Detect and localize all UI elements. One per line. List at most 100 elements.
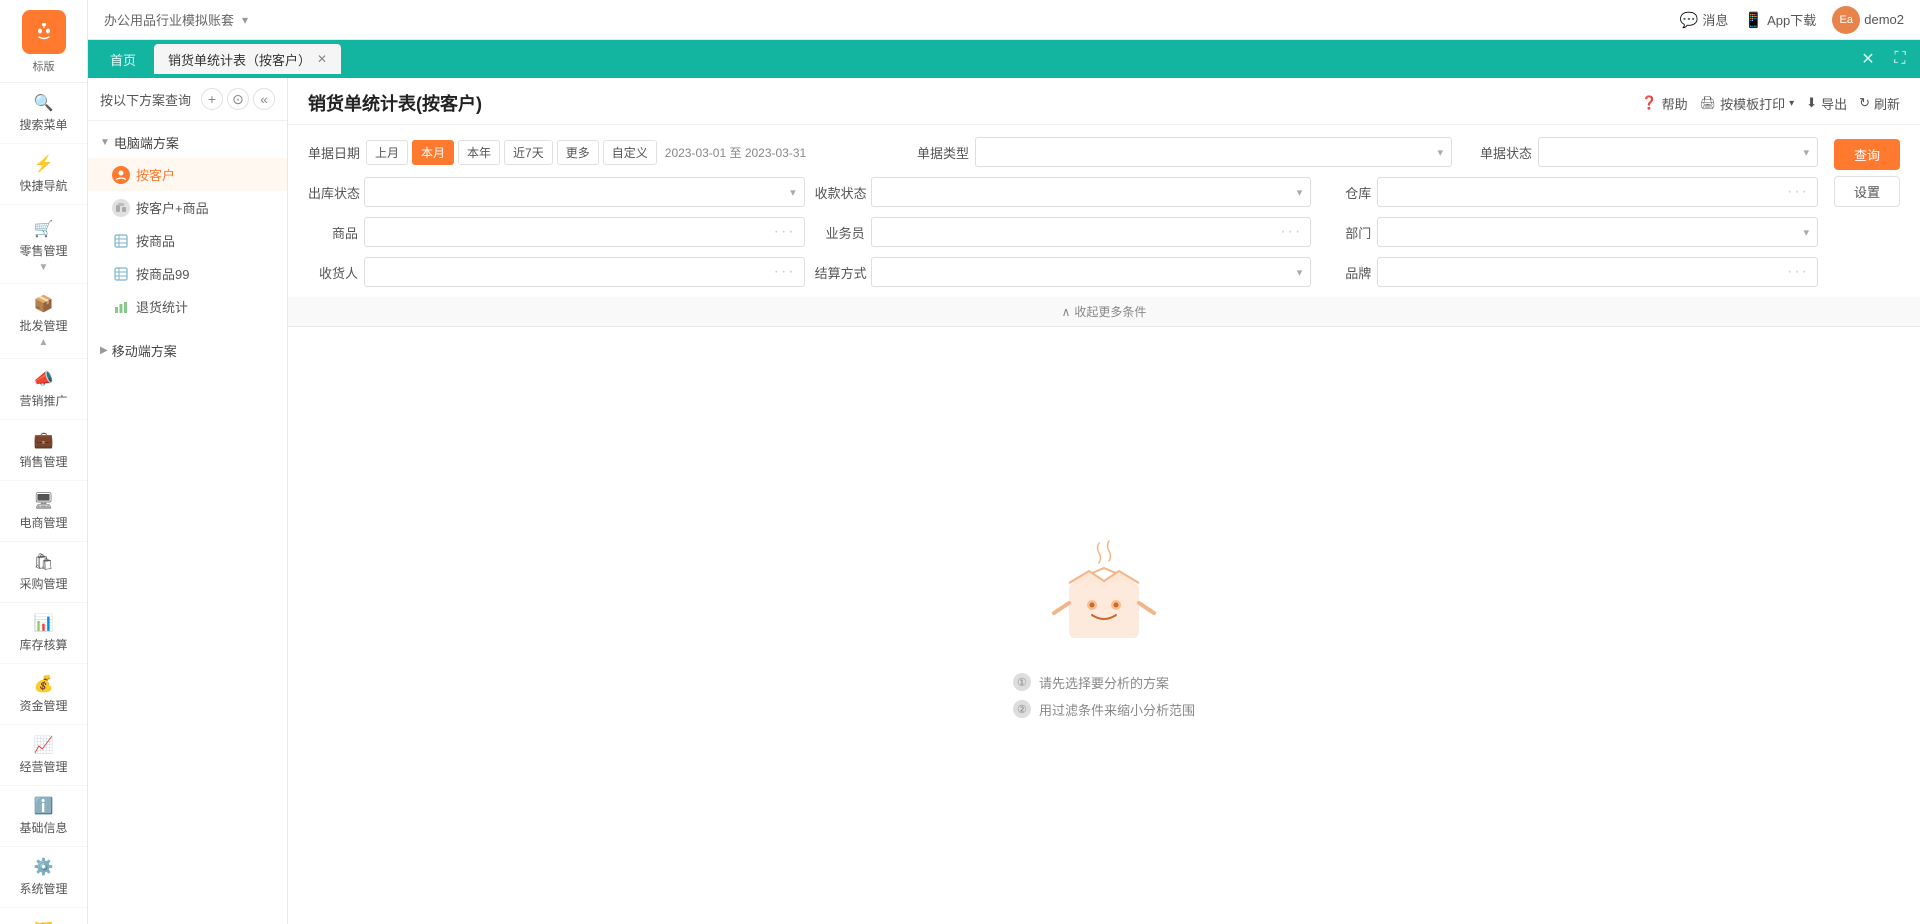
empty-state: ① 请先选择要分析的方案 ② 用过滤条件来缩小分析范围 — [288, 327, 1920, 924]
payment-method-label: 结算方式 — [815, 263, 865, 282]
salesperson-field: 业务员 ··· — [815, 217, 1312, 247]
brand-field: 品牌 ··· — [1321, 257, 1818, 287]
sidebar: 标版 🔍 搜索菜单 ⚡ 快捷导航 🛒 零售管理 ▼ 📦 批发管理 ▲ 📣 营销推… — [0, 0, 88, 924]
date-btn-more[interactable]: 更多 — [557, 140, 599, 165]
sidebar-item-inventory[interactable]: 📊 库存核算 — [0, 603, 87, 664]
scheme-settings-btn[interactable]: ⊙ — [227, 88, 249, 110]
scheme-item-return[interactable]: 退货统计 — [88, 290, 287, 323]
scheme-add-btn[interactable]: + — [201, 88, 223, 110]
sidebar-item-ecommerce[interactable]: 🖥 电商管理 — [0, 481, 87, 542]
tip-num-2: ② — [1013, 700, 1031, 718]
messages-label: 消息 — [1702, 10, 1728, 29]
stock-status-arrow: ▾ — [790, 186, 796, 199]
tab-close-btn[interactable]: ✕ — [317, 53, 327, 65]
wholesale-icon: 📦 — [34, 294, 54, 314]
salesperson-select[interactable]: ··· — [871, 217, 1312, 247]
receiver-select[interactable]: ··· — [364, 257, 805, 287]
tab-sales-stats-label: 销货单统计表（按客户） — [168, 50, 311, 69]
date-btn-custom[interactable]: 自定义 — [603, 140, 657, 165]
main-content: 办公用品行业模拟账套 ▾ 💬 消息 📱 App下载 Ea demo2 首页 — [88, 0, 1920, 924]
order-type-label: 单据类型 — [913, 143, 969, 162]
help-btn[interactable]: ❓ 帮助 — [1641, 94, 1687, 113]
order-status-field: 单据状态 ▾ — [1476, 137, 1818, 167]
scheme-item-goods99[interactable]: 按商品99 — [88, 257, 287, 290]
department-label: 部门 — [1321, 223, 1371, 242]
tab-expand-btn[interactable]: ⛶ — [1888, 47, 1912, 71]
stock-status-select[interactable]: ▾ — [364, 177, 805, 207]
date-btn-this-year[interactable]: 本年 — [458, 140, 500, 165]
tab-home[interactable]: 首页 — [96, 44, 150, 74]
export-btn[interactable]: ⬇ 导出 — [1806, 94, 1847, 113]
goods-select[interactable]: ··· — [364, 217, 805, 247]
salesperson-label: 业务员 — [815, 223, 865, 242]
payment-method-select[interactable]: ▾ — [871, 257, 1312, 287]
header-title: 办公用品行业模拟账套 — [104, 10, 234, 29]
tab-sales-stats[interactable]: 销货单统计表（按客户） ✕ — [154, 44, 341, 74]
query-btn[interactable]: 查询 — [1834, 139, 1900, 170]
mobile-section-label: 移动端方案 — [112, 341, 177, 360]
download-icon: 📱 — [1744, 11, 1763, 29]
export-icon: ⬇ — [1806, 95, 1817, 111]
collapse-bar[interactable]: ∧ 收起更多条件 — [288, 297, 1920, 327]
collapse-text: ∧ 收起更多条件 — [1062, 303, 1147, 320]
collapse-up-arrow: ∧ — [1062, 305, 1071, 319]
sidebar-item-search[interactable]: 🔍 搜索菜单 — [0, 83, 87, 144]
messages-btn[interactable]: 💬 消息 — [1680, 10, 1729, 29]
order-type-select[interactable]: ▾ — [975, 137, 1452, 167]
order-type-field: 单据类型 ▾ — [913, 137, 1452, 167]
enterprise-icon: 🤝 — [34, 918, 54, 924]
mobile-section-title[interactable]: ▶ 移动端方案 — [88, 335, 287, 366]
sidebar-item-operations[interactable]: 📈 经营管理 — [0, 725, 87, 786]
goods-label: 商品 — [308, 223, 358, 242]
department-select[interactable]: ▾ — [1377, 217, 1818, 247]
sidebar-item-wholesale[interactable]: 📦 批发管理 ▲ — [0, 284, 87, 359]
sidebar-item-enterprise[interactable]: 🤝 企业协同 — [0, 908, 87, 924]
sidebar-label-basic-info: 基础信息 — [19, 819, 67, 836]
page-title-actions: ❓ 帮助 🖨 按模板打印 ▾ ⬇ 导出 ↻ 刷新 — [1641, 94, 1900, 113]
scheme-panel-header: 按以下方案查询 + ⊙ « — [88, 78, 287, 121]
payment-status-select[interactable]: ▾ — [871, 177, 1312, 207]
tab-bar-actions: ✕ ⛶ — [1856, 47, 1912, 71]
tip-2-text: 用过滤条件来缩小分析范围 — [1039, 700, 1195, 719]
brand-select[interactable]: ··· — [1377, 257, 1818, 287]
sidebar-item-finance[interactable]: 💰 资金管理 — [0, 664, 87, 725]
date-range-text: 2023-03-01 至 2023-03-31 — [665, 144, 806, 161]
warehouse-select[interactable]: ··· — [1377, 177, 1818, 207]
date-btn-7days[interactable]: 近7天 — [504, 140, 553, 165]
sidebar-item-system[interactable]: ⚙️ 系统管理 — [0, 847, 87, 908]
page-title-bar: 销货单统计表(按客户) ❓ 帮助 🖨 按模板打印 ▾ ⬇ 导出 — [288, 78, 1920, 125]
sidebar-item-retail[interactable]: 🛒 零售管理 ▼ — [0, 209, 87, 284]
app-download-btn[interactable]: 📱 App下载 — [1744, 10, 1816, 29]
scheme-item-customer-goods[interactable]: 按客户+商品 — [88, 191, 287, 224]
scheme-item-customer-goods-label: 按客户+商品 — [136, 198, 209, 217]
header-dropdown-icon[interactable]: ▾ — [242, 13, 248, 27]
sidebar-label-marketing: 营销推广 — [19, 392, 67, 409]
date-btn-prev-month[interactable]: 上月 — [366, 140, 408, 165]
basic-info-icon: ℹ️ — [34, 796, 54, 816]
warehouse-field: 仓库 ··· — [1321, 177, 1818, 207]
scheme-item-by-goods[interactable]: 按商品 — [88, 224, 287, 257]
order-status-select[interactable]: ▾ — [1538, 137, 1818, 167]
main-filter-row: 单据日期 上月 本月 本年 近7天 更多 自定义 2023-03-01 至 20… — [308, 137, 1900, 297]
sidebar-item-marketing[interactable]: 📣 营销推广 — [0, 359, 87, 420]
desktop-section-label: 电脑端方案 — [114, 133, 179, 152]
date-label: 单据日期 — [308, 143, 358, 162]
refresh-btn[interactable]: ↻ 刷新 — [1859, 94, 1900, 113]
scheme-collapse-btn[interactable]: « — [253, 88, 275, 110]
user-area[interactable]: Ea demo2 — [1832, 6, 1904, 34]
stock-status-label: 出库状态 — [308, 183, 358, 202]
sidebar-item-purchase[interactable]: 🛍 采购管理 — [0, 542, 87, 603]
payment-method-arrow: ▾ — [1297, 266, 1303, 279]
desktop-section-title[interactable]: ▼ 电脑端方案 — [88, 127, 287, 158]
sidebar-item-basic-info[interactable]: ℹ️ 基础信息 — [0, 786, 87, 847]
collapse-label: 收起更多条件 — [1074, 303, 1146, 320]
settings-btn[interactable]: 设置 — [1834, 176, 1900, 207]
date-btn-this-month[interactable]: 本月 — [412, 140, 454, 165]
tab-close-all-btn[interactable]: ✕ — [1856, 47, 1880, 71]
sidebar-item-sales[interactable]: 💼 销售管理 — [0, 420, 87, 481]
goods-field: 商品 ··· — [308, 217, 805, 247]
print-btn[interactable]: 🖨 按模板打印 ▾ — [1700, 94, 1795, 113]
sidebar-item-quick-nav[interactable]: ⚡ 快捷导航 — [0, 144, 87, 205]
scheme-item-by-customer[interactable]: 按客户 — [88, 158, 287, 191]
sidebar-label-purchase: 采购管理 — [19, 575, 67, 592]
